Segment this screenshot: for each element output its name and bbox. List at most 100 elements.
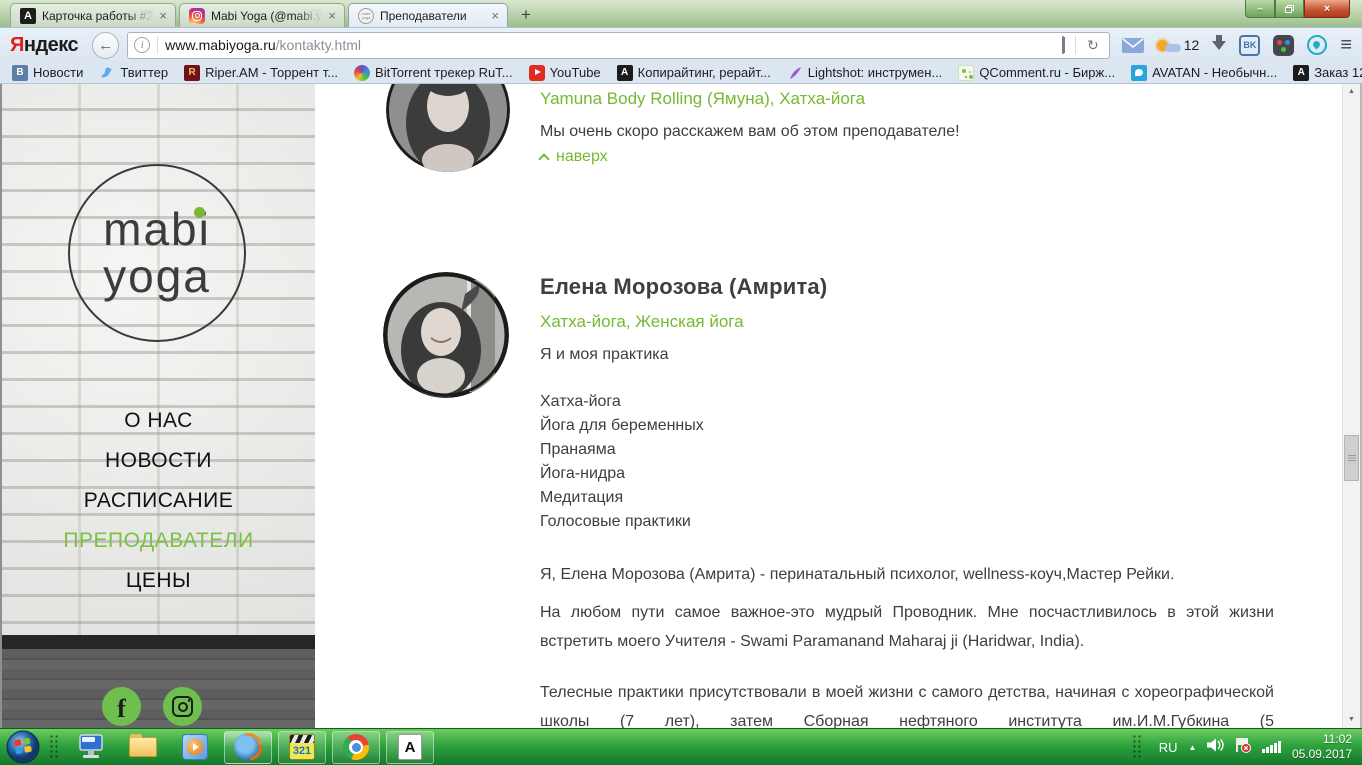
site-sidebar: mabi yoga О НАС НОВОСТИ РАСПИСАНИЕ ПРЕПО…	[2, 84, 315, 728]
browser-toolbar: Яндекс ← i www.mabiyoga.ru/kontakty.html…	[0, 27, 1362, 62]
url-bar[interactable]: i www.mabiyoga.ru/kontakty.html ↻	[127, 31, 1110, 59]
back-to-top-link[interactable]: наверх	[538, 148, 608, 166]
firefox-taskbar-button[interactable]	[224, 730, 272, 764]
window-titlebar: A Карточка работы #20097636 × Mabi Yoga …	[0, 0, 1362, 27]
nav-about[interactable]: О НАС	[2, 401, 315, 441]
list-item: Йога для беременных	[540, 417, 704, 434]
volume-icon[interactable]	[1207, 738, 1225, 757]
close-tab-icon[interactable]: ×	[159, 9, 167, 22]
page-viewport: mabi yoga О НАС НОВОСТИ РАСПИСАНИЕ ПРЕПО…	[0, 84, 1362, 728]
back-button[interactable]: ←	[92, 31, 120, 59]
scrollbar-thumb[interactable]	[1344, 435, 1359, 481]
chevron-up-icon	[538, 153, 550, 165]
taskbar-separator	[49, 734, 59, 760]
tab-label: Карточка работы #20097636	[42, 8, 154, 23]
scroll-up-icon[interactable]: ▲	[1343, 84, 1360, 100]
yandex-disk-icon[interactable]	[1307, 35, 1328, 55]
mabi-yoga-logo[interactable]: mabi yoga	[68, 164, 246, 342]
vertical-scrollbar[interactable]: ▲ ▼	[1342, 84, 1360, 728]
scroll-down-icon[interactable]: ▼	[1343, 712, 1360, 728]
new-tab-button[interactable]: +	[511, 5, 541, 25]
chrome-taskbar-button[interactable]	[332, 730, 380, 764]
bittorrent-icon	[354, 64, 371, 81]
language-indicator[interactable]: RU	[1159, 740, 1178, 755]
klite-taskbar-button[interactable]: 321	[278, 730, 326, 764]
mail-icon[interactable]	[1121, 37, 1144, 53]
cloud-icon	[1164, 44, 1181, 52]
restore-button[interactable]	[1275, 0, 1304, 18]
teacher-photo	[383, 272, 509, 398]
downloads-icon[interactable]	[1212, 33, 1227, 57]
explorer-icon[interactable]	[126, 732, 160, 762]
mabi-logo-favicon-icon: mabi yoga	[358, 7, 374, 24]
action-center-flag-icon[interactable]	[1235, 737, 1252, 758]
nav-schedule[interactable]: РАСПИСАНИЕ	[2, 481, 315, 521]
teacher-photo	[386, 84, 510, 172]
advego-favicon-icon: A	[20, 7, 36, 24]
close-tab-icon[interactable]: ×	[491, 9, 499, 22]
tab-teachers-active[interactable]: mabi yoga Преподаватели ×	[348, 3, 508, 27]
yandex-logo[interactable]: Яндекс	[0, 34, 92, 57]
bookmark-news[interactable]: В Новости	[6, 64, 89, 81]
qcomment-icon	[958, 64, 975, 81]
media-player-icon[interactable]	[178, 732, 212, 762]
start-button[interactable]	[5, 729, 41, 765]
taskbar-clock[interactable]: 11:02 05.09.2017	[1292, 732, 1352, 762]
teacher-disciplines-link[interactable]: Yamuna Body Rolling (Ямуна), Хатха-йога	[540, 89, 865, 109]
network-signal-icon[interactable]	[1262, 741, 1281, 753]
weather-widget[interactable]: 12	[1156, 37, 1199, 53]
tab-advego-order[interactable]: A Карточка работы #20097636 ×	[10, 3, 176, 27]
system-tray: RU ▲ 11:02 05.09.2017	[1131, 732, 1362, 762]
nav-prices[interactable]: ЦЕНЫ	[2, 561, 315, 601]
social-links: f	[102, 687, 202, 726]
vk-extension-icon[interactable]: BK	[1239, 34, 1261, 56]
url-text[interactable]: www.mabiyoga.ru/kontakty.html	[165, 37, 1058, 53]
advego-icon: A	[1293, 64, 1310, 81]
minimize-button[interactable]: –	[1245, 0, 1275, 18]
advego-taskbar-button[interactable]: A	[386, 730, 434, 764]
list-item: Голосовые практики	[540, 513, 691, 530]
tray-separator	[1131, 734, 1142, 760]
lightshot-feather-icon	[787, 65, 803, 81]
bookmark-copywriting[interactable]: A Копирайтинг, рерайт...	[611, 64, 777, 81]
teacher-disciplines-link[interactable]: Хатха-йога, Женская йога	[540, 312, 744, 332]
reader-mode-icon[interactable]	[1058, 36, 1068, 54]
clock-date: 05.09.2017	[1291, 747, 1352, 761]
clock-time: 11:02	[1322, 732, 1352, 746]
window-controls: – ×	[1245, 0, 1350, 18]
instagram-button[interactable]	[163, 687, 202, 726]
list-item: Пранаяма	[540, 441, 616, 458]
advego-icon: A	[616, 64, 633, 81]
bookmark-lightshot[interactable]: Lightshot: инструмен...	[781, 65, 949, 81]
tab-label: Mabi Yoga (@mabi.yoga) • Ф	[211, 8, 323, 23]
bookmark-rutracker[interactable]: BitTorrent трекер RuT...	[348, 64, 519, 81]
toolbar-extensions: 12 BK ≡	[1110, 33, 1362, 57]
close-window-button[interactable]: ×	[1304, 0, 1350, 18]
list-item: Медитация	[540, 489, 624, 506]
bio-paragraph: Телесные практики присутствовали в моей …	[540, 684, 1274, 728]
tray-expand-icon[interactable]: ▲	[1189, 743, 1197, 752]
bookmark-youtube[interactable]: YouTube	[523, 64, 607, 81]
klite-icon: 321	[289, 734, 315, 760]
bookmark-avatan[interactable]: AVATAN - Необычн...	[1125, 64, 1283, 81]
bookmark-order[interactable]: AЗаказ 12784796 / 190....	[1287, 64, 1362, 81]
site-info-icon[interactable]: i	[134, 37, 151, 53]
twitter-bird-icon	[99, 65, 115, 81]
facebook-button[interactable]: f	[102, 687, 141, 726]
photos-extension-icon[interactable]	[1273, 34, 1295, 56]
bio-paragraph: На любом пути самое важное-это мудрый Пр…	[540, 604, 1274, 650]
bookmark-qcomment[interactable]: QComment.ru - Бирж...	[952, 64, 1121, 81]
site-navigation: О НАС НОВОСТИ РАСПИСАНИЕ ПРЕПОДАВАТЕЛИ Ц…	[2, 401, 315, 601]
onscreen-keyboard-icon[interactable]	[74, 732, 108, 762]
menu-icon[interactable]: ≡	[1340, 34, 1352, 57]
bookmark-twitter[interactable]: Твиттер	[93, 65, 174, 81]
nav-teachers-active[interactable]: ПРЕПОДАВАТЕЛИ	[2, 521, 315, 561]
tab-instagram[interactable]: Mabi Yoga (@mabi.yoga) • Ф ×	[179, 3, 345, 27]
reload-icon[interactable]: ↻	[1083, 37, 1103, 54]
desktop: A Карточка работы #20097636 × Mabi Yoga …	[0, 0, 1362, 765]
list-item: Йога-нидра	[540, 465, 626, 482]
nav-news[interactable]: НОВОСТИ	[2, 441, 315, 481]
list-item: Хатха-йога	[540, 393, 621, 410]
bookmark-riper[interactable]: R Riper.AM - Торрент т...	[178, 64, 344, 81]
close-tab-icon[interactable]: ×	[328, 9, 336, 22]
